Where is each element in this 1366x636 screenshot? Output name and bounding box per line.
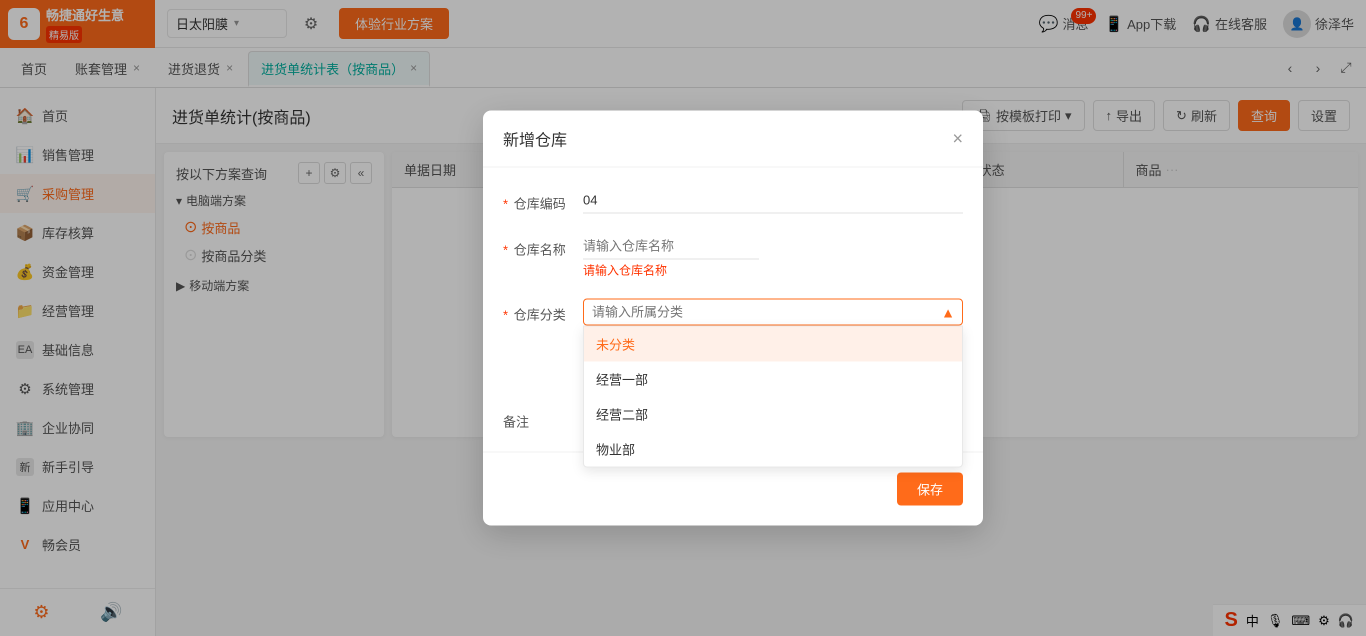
- category-dropdown-arrow[interactable]: ▲: [941, 304, 955, 320]
- code-input[interactable]: [583, 188, 963, 214]
- category-option-dept2[interactable]: 经营二部: [584, 397, 962, 432]
- form-row-category: * 仓库分类 ▲ 未分类 经营一部 经营二部 物业部: [503, 299, 963, 326]
- name-input[interactable]: [583, 234, 759, 260]
- note-label: 备注: [503, 406, 583, 431]
- category-dropdown: 未分类 经营一部 经营二部 物业部: [583, 326, 963, 468]
- save-button[interactable]: 保存: [897, 473, 963, 506]
- modal-body: * 仓库编码 * 仓库名称 请输入仓库名称 *: [483, 168, 983, 432]
- category-option-uncategorized[interactable]: 未分类: [584, 327, 962, 362]
- category-label: * 仓库分类: [503, 299, 583, 324]
- form-row-name: * 仓库名称 请输入仓库名称: [503, 234, 963, 279]
- form-row-code: * 仓库编码: [503, 188, 963, 214]
- modal-title: 新增仓库: [503, 127, 567, 151]
- category-option-dept1[interactable]: 经营一部: [584, 362, 962, 397]
- category-input-wrap: ▲ 未分类 经营一部 经营二部 物业部: [583, 299, 963, 326]
- code-label: * 仓库编码: [503, 188, 583, 213]
- modal-header: 新增仓库 ×: [483, 111, 983, 168]
- modal-close-button[interactable]: ×: [952, 128, 963, 149]
- name-label: * 仓库名称: [503, 234, 583, 259]
- name-error-msg: 请输入仓库名称: [583, 262, 667, 279]
- category-input[interactable]: [583, 299, 963, 326]
- category-option-dept3[interactable]: 物业部: [584, 432, 962, 467]
- add-warehouse-modal: 新增仓库 × * 仓库编码 * 仓库名称 请输入仓库名称: [483, 111, 983, 526]
